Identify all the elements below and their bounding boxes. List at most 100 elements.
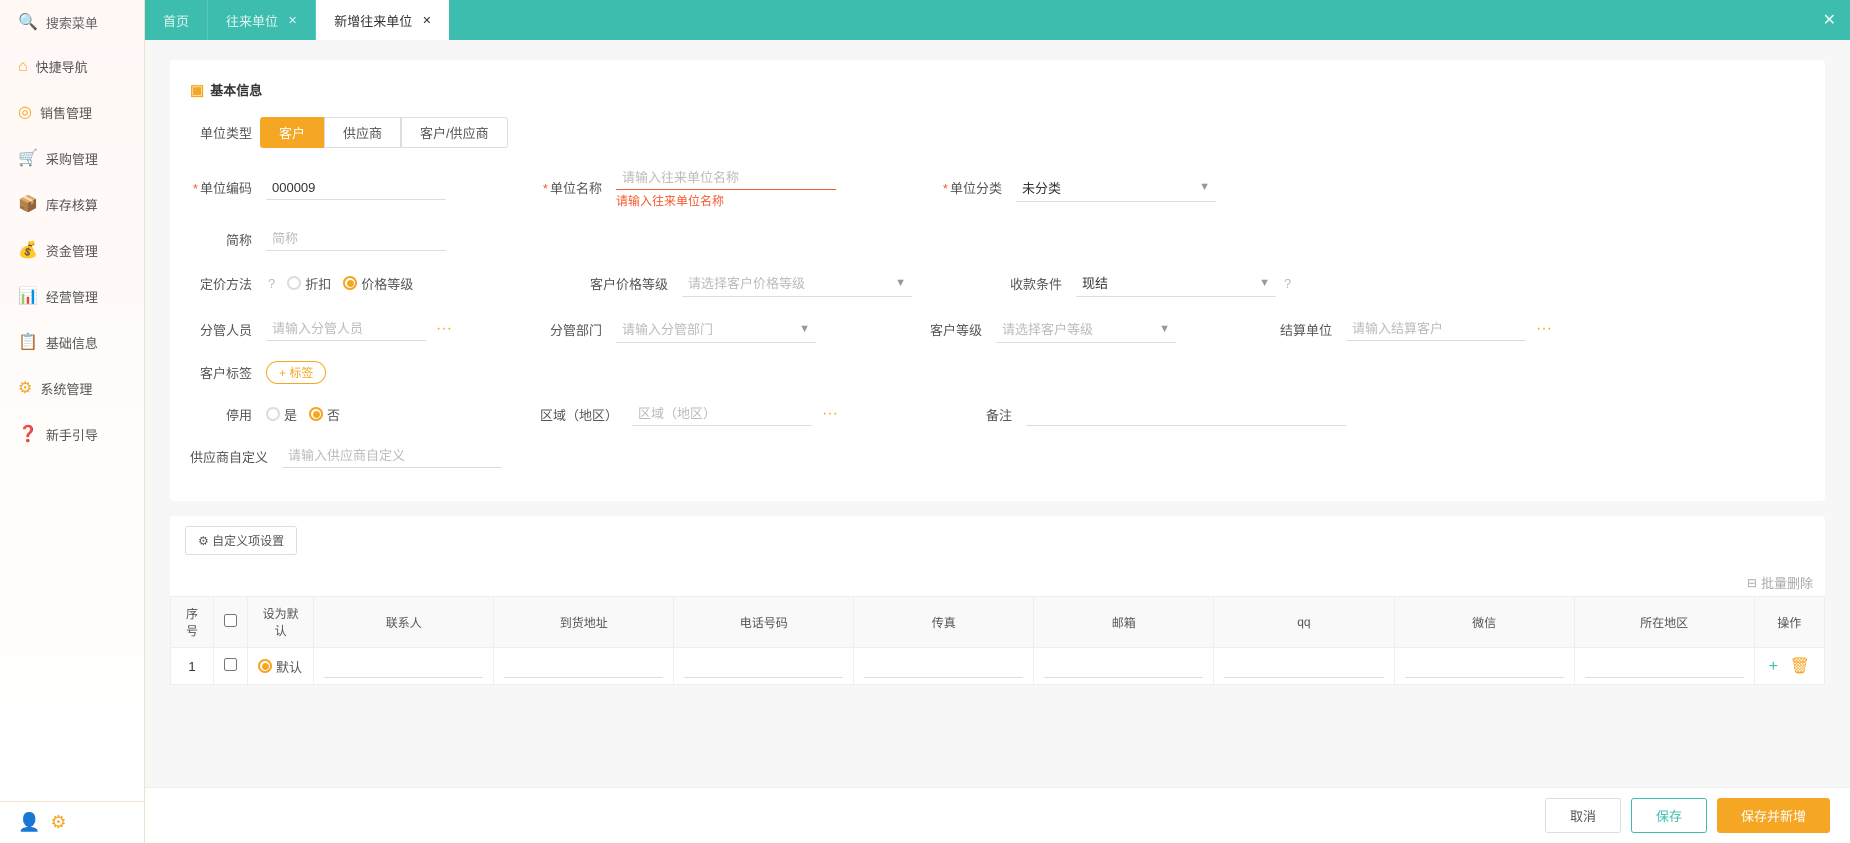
radio-yes[interactable]: 是: [266, 405, 297, 424]
add-tag-btn[interactable]: + 标签: [266, 361, 326, 384]
code-input[interactable]: [266, 176, 446, 200]
row-tag: 客户标签 + 标签: [190, 361, 1805, 384]
payment-select[interactable]: 现结 ▼: [1076, 269, 1276, 297]
row-manager: 分管人员 ··· 分管部门 请输入分管部门 ▼ 客户等级 请选择客户等级: [190, 315, 1805, 343]
cancel-button[interactable]: 取消: [1545, 798, 1621, 833]
settlement-label: 结算单位: [1270, 320, 1340, 339]
supplier-custom-input[interactable]: [282, 444, 502, 468]
qq-input[interactable]: [1224, 654, 1383, 678]
settings-icon[interactable]: ⚙: [50, 812, 66, 833]
sidebar-item-basic-info[interactable]: 📋 基础信息: [0, 319, 144, 365]
name-input[interactable]: [616, 166, 836, 190]
settlement-more-btn[interactable]: ···: [1532, 320, 1556, 338]
phone-cell[interactable]: [674, 648, 854, 685]
sidebar-item-label: 经营管理: [46, 287, 98, 306]
btn-supplier[interactable]: 供应商: [324, 117, 401, 148]
default-radio[interactable]: 默认: [258, 657, 303, 676]
wechat-input[interactable]: [1405, 654, 1564, 678]
radio-no-label: 否: [327, 405, 340, 424]
finance-icon: 💰: [18, 240, 38, 260]
sales-icon: ◎: [18, 102, 32, 122]
sidebar-item-purchase[interactable]: 🛒 采购管理: [0, 135, 144, 181]
sidebar-item-label: 采购管理: [46, 149, 98, 168]
radio-price-level-circle: [343, 276, 357, 290]
address-input[interactable]: [504, 654, 663, 678]
pricing-help-icon[interactable]: ?: [268, 276, 275, 291]
radio-discount[interactable]: 折扣: [287, 274, 331, 293]
email-cell[interactable]: [1034, 648, 1214, 685]
radio-no[interactable]: 否: [309, 405, 340, 424]
row-region-cell[interactable]: [1574, 648, 1754, 685]
remark-input[interactable]: [1026, 402, 1346, 426]
customer-level-select[interactable]: 请选择客户等级 ▼: [996, 315, 1176, 343]
abbr-input[interactable]: [266, 227, 446, 251]
contact-cell[interactable]: [314, 648, 494, 685]
table-section: ⚙ 自定义项设置 ⊟ 批量删除 序号 设为默认 联系人 到货地址 电话: [170, 516, 1825, 685]
tab-home[interactable]: 首页: [145, 0, 208, 40]
payment-help-icon[interactable]: ?: [1284, 276, 1291, 291]
email-input[interactable]: [1044, 654, 1203, 678]
dept-select[interactable]: 请输入分管部门 ▼: [616, 315, 816, 343]
th-qq: qq: [1214, 597, 1394, 648]
table-header-row: 序号 设为默认 联系人 到货地址 电话号码 传真 邮箱 qq 微信 所在地区: [171, 597, 1825, 648]
th-contact: 联系人: [314, 597, 494, 648]
save-new-button[interactable]: 保存并新增: [1717, 798, 1830, 833]
wechat-cell[interactable]: [1394, 648, 1574, 685]
tab-partners[interactable]: 往来单位 ✕: [208, 0, 316, 40]
sidebar-item-finance[interactable]: 💰 资金管理: [0, 227, 144, 273]
category-label: *单位分类: [940, 178, 1010, 197]
radio-price-level[interactable]: 价格等级: [343, 274, 413, 293]
region-more-btn[interactable]: ···: [818, 405, 842, 423]
payment-value: 现结: [1082, 273, 1108, 292]
row-code-name-category: *单位编码 *单位名称 请输入往来单位名称: [190, 166, 1805, 209]
batch-delete-label[interactable]: 批量删除: [1761, 573, 1813, 592]
fax-cell[interactable]: [854, 648, 1034, 685]
radio-discount-label: 折扣: [305, 274, 331, 293]
manager-input[interactable]: [266, 317, 426, 341]
phone-input[interactable]: [684, 654, 843, 678]
purchase-icon: 🛒: [18, 148, 38, 168]
close-new-partner-tab-icon[interactable]: ✕: [422, 14, 431, 27]
name-label: *单位名称: [540, 178, 610, 197]
region-input[interactable]: [632, 402, 812, 426]
sidebar-item-inventory[interactable]: 📦 库存核算: [0, 181, 144, 227]
system-icon: ⚙: [18, 378, 32, 398]
custom-settings-btn[interactable]: ⚙ 自定义项设置: [185, 526, 297, 555]
manager-more-btn[interactable]: ···: [432, 320, 456, 338]
th-region: 所在地区: [1574, 597, 1754, 648]
tab-new-partner[interactable]: 新增往来单位 ✕: [316, 0, 449, 40]
save-button[interactable]: 保存: [1631, 798, 1707, 833]
settlement-input[interactable]: [1346, 317, 1526, 341]
disabled-radio-group: 是 否: [266, 405, 340, 424]
row-disabled-region: 停用 是 否 区域（地区）: [190, 402, 1805, 426]
sidebar-item-operations[interactable]: 📊 经营管理: [0, 273, 144, 319]
required-star2: *: [543, 181, 548, 196]
remark-label: 备注: [950, 405, 1020, 424]
sidebar-item-guide[interactable]: ❓ 新手引导: [0, 411, 144, 457]
add-row-btn[interactable]: +: [1769, 658, 1778, 675]
sidebar-item-quick-nav[interactable]: ⌂ 快捷导航: [0, 44, 144, 89]
sidebar-item-system[interactable]: ⚙ 系统管理: [0, 365, 144, 411]
code-label: *单位编码: [190, 178, 260, 197]
sidebar-item-sales[interactable]: ◎ 销售管理: [0, 89, 144, 135]
close-partners-tab-icon[interactable]: ✕: [288, 14, 297, 27]
th-phone: 电话号码: [674, 597, 854, 648]
category-select[interactable]: 未分类 ▼: [1016, 174, 1216, 202]
contacts-table: 序号 设为默认 联系人 到货地址 电话号码 传真 邮箱 qq 微信 所在地区: [170, 596, 1825, 685]
delete-row-btn[interactable]: 🗑: [1790, 658, 1810, 675]
select-all-checkbox[interactable]: [224, 614, 237, 627]
chevron-down-icon5: ▼: [1159, 323, 1170, 335]
close-all-tabs[interactable]: ✕: [1809, 0, 1850, 40]
sidebar-search[interactable]: 🔍 搜索菜单: [0, 0, 144, 44]
address-cell[interactable]: [494, 648, 674, 685]
section-header: ▣ 基本信息: [190, 80, 1805, 99]
row-checkbox[interactable]: [224, 658, 237, 671]
guide-icon: ❓: [18, 424, 38, 444]
row-region-input[interactable]: [1585, 654, 1744, 678]
contact-input[interactable]: [324, 654, 483, 678]
customer-price-select[interactable]: 请选择客户价格等级 ▼: [682, 269, 912, 297]
btn-customer[interactable]: 客户: [260, 117, 324, 148]
btn-both[interactable]: 客户/供应商: [401, 117, 508, 148]
qq-cell[interactable]: [1214, 648, 1394, 685]
fax-input[interactable]: [864, 654, 1023, 678]
